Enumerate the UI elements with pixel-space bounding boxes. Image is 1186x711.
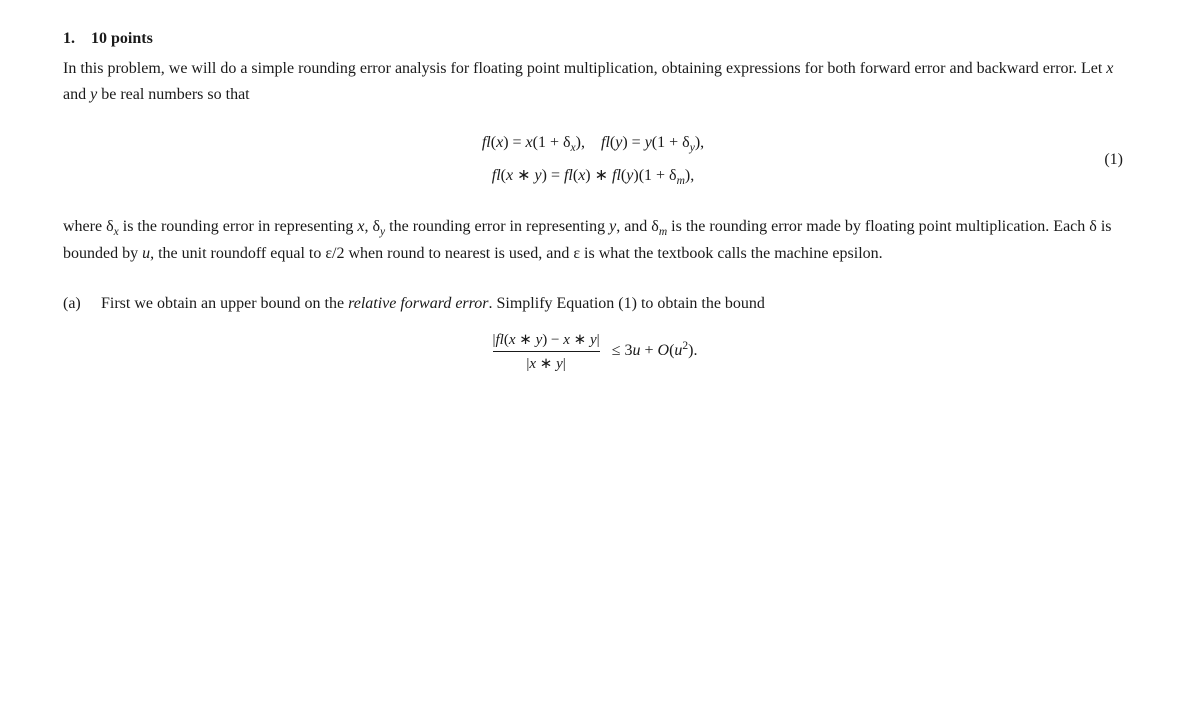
problem-header: 1. 10 points <box>63 30 1123 48</box>
equation-line-1: fl(x) = x(1 + δx), fl(y) = y(1 + δy), <box>63 127 1123 160</box>
fraction: |fl(x ∗ y) − x ∗ y| |x ∗ y| <box>493 330 600 373</box>
equation-line-2: fl(x ∗ y) = fl(x) ∗ fl(y)(1 + δm), <box>63 160 1123 193</box>
fraction-denominator: |x ∗ y| <box>493 352 600 373</box>
part-a-equation: |fl(x ∗ y) − x ∗ y| |x ∗ y| ≤ 3u + O(u2)… <box>63 330 1123 373</box>
main-equation-block: fl(x) = x(1 + δx), fl(y) = y(1 + δy), fl… <box>63 127 1123 193</box>
part-a-label: (a) <box>63 295 93 313</box>
where-text: where δx is the rounding error in repres… <box>63 214 1123 267</box>
problem-number: 1. <box>63 30 83 48</box>
part-a-container: (a) First we obtain an upper bound on th… <box>63 291 1123 374</box>
part-a-header: (a) First we obtain an upper bound on th… <box>63 291 1123 317</box>
problem-container: 1. 10 points In this problem, we will do… <box>63 30 1123 373</box>
problem-intro: In this problem, we will do a simple rou… <box>63 56 1123 107</box>
fraction-numerator: |fl(x ∗ y) − x ∗ y| <box>493 330 600 352</box>
equation-number: (1) <box>1104 144 1123 176</box>
part-a-text: First we obtain an upper bound on the re… <box>101 291 765 317</box>
problem-points: 10 points <box>91 30 153 48</box>
